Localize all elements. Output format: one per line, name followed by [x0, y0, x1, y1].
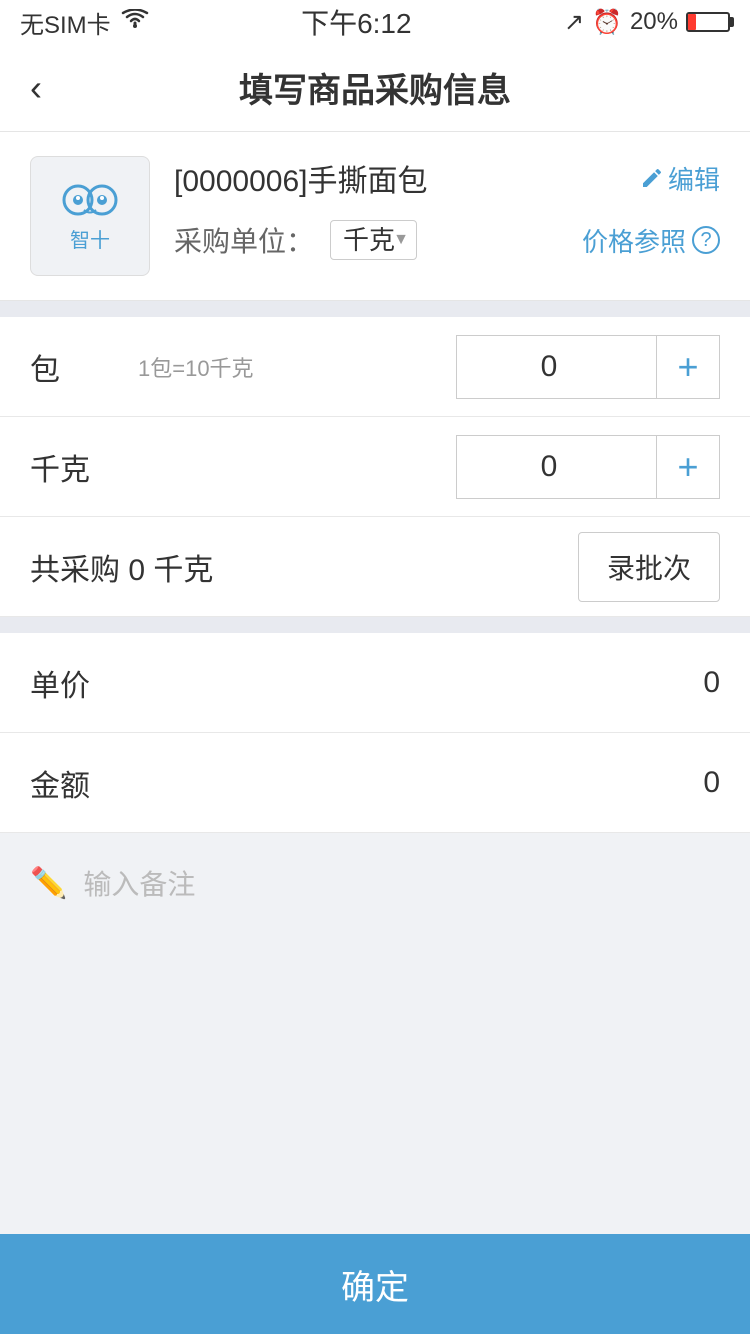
purchase-unit-label: 采购单位：: [174, 220, 314, 260]
bag-input-row: 包 1包=10千克 +: [0, 317, 750, 417]
status-time: 下午6:12: [301, 2, 412, 42]
wifi-icon: [121, 8, 149, 36]
kg-input-row: 千克 +: [0, 417, 750, 517]
battery-icon: [686, 12, 730, 32]
product-name-row: [0000006]手撕面包 编辑: [174, 156, 720, 200]
note-section[interactable]: ✏️ 输入备注: [0, 833, 750, 933]
kg-quantity-input[interactable]: [456, 435, 656, 499]
kg-plus-button[interactable]: +: [656, 435, 720, 499]
pencil-icon: ✏️: [30, 866, 67, 901]
price-ref-icon: ?: [692, 226, 720, 254]
status-bar: 无SIM卡 下午6:12 ↗ ⏰ 20%: [0, 0, 750, 44]
unit-select-wrapper[interactable]: 千克: [330, 220, 417, 260]
owl-logo-icon: [60, 180, 120, 220]
product-full-name: [0000006]手撕面包: [174, 156, 427, 200]
product-card: 智十 [0000006]手撕面包 编辑 采购单位： 千克 价格参照 ?: [0, 132, 750, 301]
price-section: 单价 0 金额 0: [0, 633, 750, 833]
summary-row: 共采购 0 千克 录批次: [0, 517, 750, 617]
battery-percent: 20%: [630, 8, 678, 36]
product-image: 智十: [30, 156, 150, 276]
bag-sub-label: 1包=10千克: [138, 351, 254, 383]
carrier-text: 无SIM卡: [20, 5, 111, 40]
edit-icon: [640, 166, 664, 190]
brand-label: 智十: [70, 224, 110, 253]
kg-input-wrapper: +: [456, 435, 720, 499]
edit-button[interactable]: 编辑: [640, 160, 720, 197]
product-info: [0000006]手撕面包 编辑 采购单位： 千克 价格参照 ?: [174, 156, 720, 260]
unit-select[interactable]: 千克: [330, 220, 417, 260]
note-placeholder: 输入备注: [83, 863, 195, 903]
kg-label: 千克: [30, 445, 130, 489]
batch-button[interactable]: 录批次: [578, 532, 720, 602]
bag-quantity-input[interactable]: [456, 335, 656, 399]
alarm-icon: ⏰: [592, 8, 622, 37]
section-separator-1: [0, 301, 750, 317]
input-section: 包 1包=10千克 + 千克 +: [0, 317, 750, 517]
status-left: 无SIM卡: [20, 5, 149, 40]
page-title: 填写商品采购信息: [239, 63, 511, 112]
summary-text: 共采购 0 千克: [30, 545, 213, 589]
unit-price-label: 单价: [30, 661, 90, 705]
confirm-button[interactable]: 确定: [0, 1234, 750, 1334]
footer-spacer: [0, 933, 750, 1093]
unit-price-value: 0: [703, 666, 720, 700]
price-ref-button[interactable]: 价格参照 ?: [582, 222, 720, 259]
amount-row: 金额 0: [0, 733, 750, 833]
status-right: ↗ ⏰ 20%: [564, 8, 730, 37]
bag-plus-button[interactable]: +: [656, 335, 720, 399]
nav-bar: ‹ 填写商品采购信息: [0, 44, 750, 132]
bag-input-wrapper: +: [456, 335, 720, 399]
purchase-unit-row: 采购单位： 千克 价格参照 ?: [174, 220, 720, 260]
bottom-area: 确定: [0, 1234, 750, 1334]
amount-label: 金额: [30, 761, 90, 805]
back-button[interactable]: ‹: [30, 67, 42, 109]
bag-label: 包: [30, 345, 130, 389]
location-icon: ↗: [564, 8, 584, 37]
amount-value: 0: [703, 766, 720, 800]
section-separator-2: [0, 617, 750, 633]
unit-price-row: 单价 0: [0, 633, 750, 733]
